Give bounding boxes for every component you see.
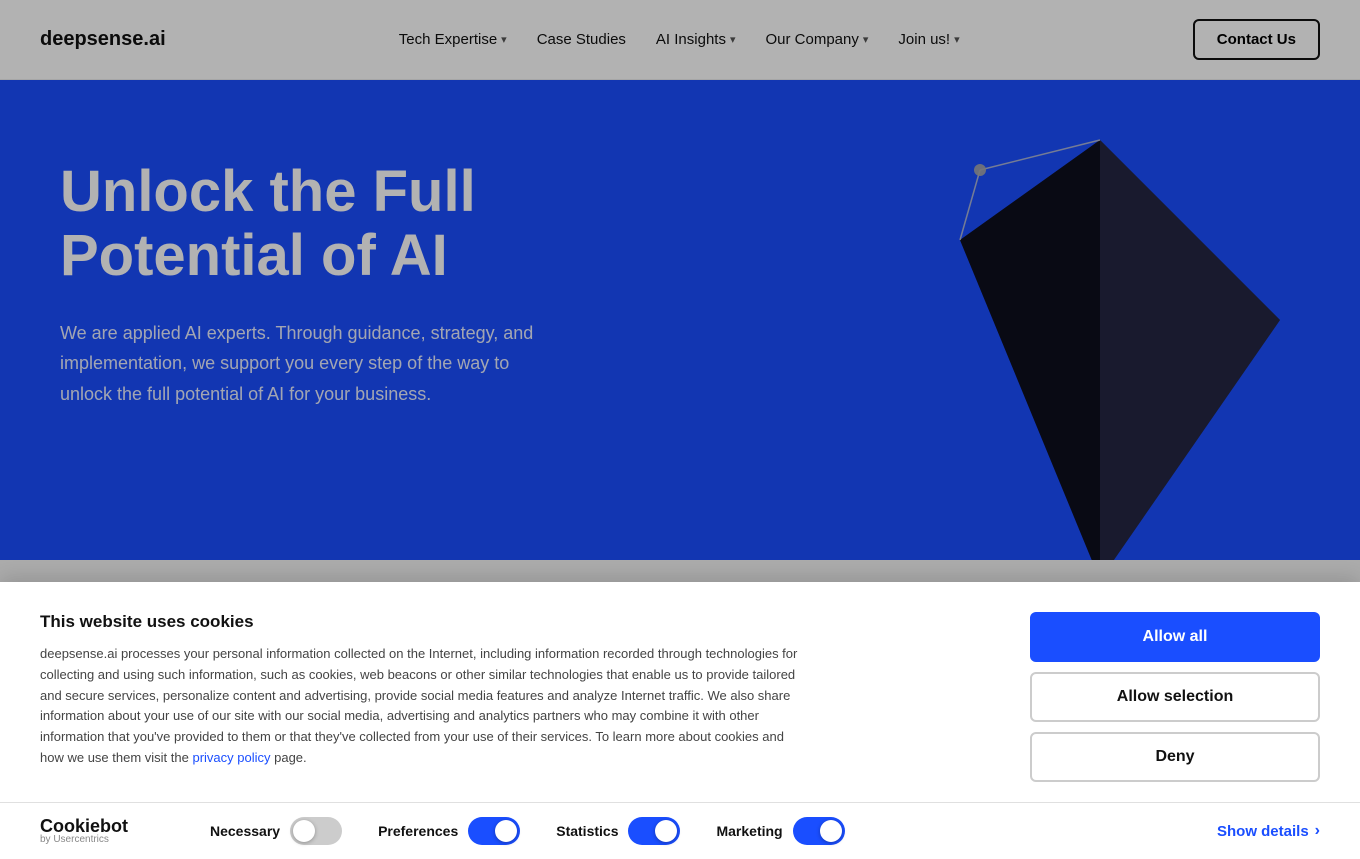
preferences-toggle[interactable] [468, 817, 520, 845]
cookie-banner: This website uses cookies deepsense.ai p… [0, 582, 1360, 859]
toggle-necessary: Necessary [210, 817, 342, 845]
toggle-knob [495, 820, 517, 842]
toggle-knob [293, 820, 315, 842]
show-details-button[interactable]: Show details › [1217, 822, 1320, 840]
cookie-title: This website uses cookies [40, 612, 990, 632]
cookie-banner-top: This website uses cookies deepsense.ai p… [0, 582, 1360, 802]
cookie-overlay: This website uses cookies deepsense.ai p… [0, 0, 1360, 859]
toggle-knob [820, 820, 842, 842]
toggle-marketing: Marketing [716, 817, 844, 845]
cookie-content: This website uses cookies deepsense.ai p… [40, 612, 990, 769]
allow-all-button[interactable]: Allow all [1030, 612, 1320, 662]
cookie-banner-footer: Cookiebot by Usercentrics Necessary Pref… [0, 802, 1360, 859]
privacy-policy-link[interactable]: privacy policy [192, 750, 270, 765]
cookiebot-logo: Cookiebot by Usercentrics [40, 817, 160, 845]
marketing-toggle[interactable] [793, 817, 845, 845]
deny-button[interactable]: Deny [1030, 732, 1320, 782]
allow-selection-button[interactable]: Allow selection [1030, 672, 1320, 722]
necessary-toggle[interactable] [290, 817, 342, 845]
cookie-description: deepsense.ai processes your personal inf… [40, 644, 800, 769]
cookie-action-buttons: Allow all Allow selection Deny [1030, 612, 1320, 782]
toggle-knob [655, 820, 677, 842]
toggle-preferences: Preferences [378, 817, 520, 845]
statistics-toggle[interactable] [628, 817, 680, 845]
toggle-statistics: Statistics [556, 817, 680, 845]
cookie-toggles: Necessary Preferences Statistics [210, 817, 1320, 845]
chevron-right-icon: › [1315, 822, 1320, 840]
